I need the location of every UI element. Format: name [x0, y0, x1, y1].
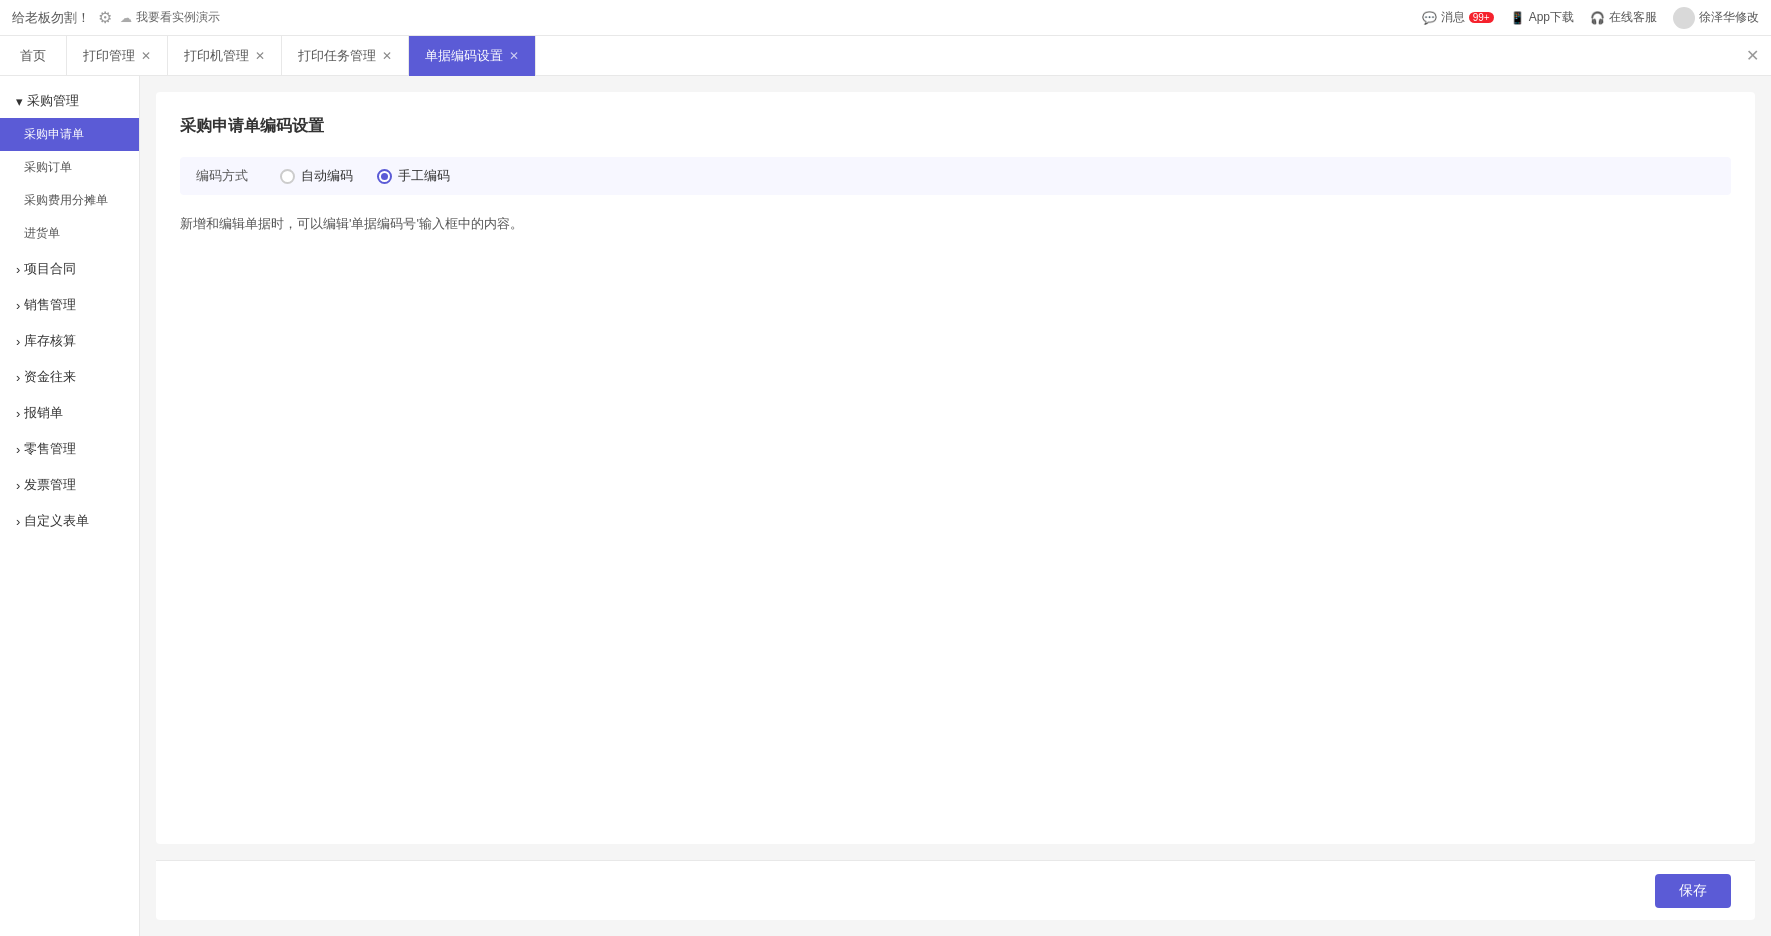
- main-layout: ▾ 采购管理 采购申请单 采购订单 采购费用分摊单 进货单 › 项目合同: [0, 76, 1771, 936]
- tab-print-task-label: 打印任务管理: [298, 47, 376, 65]
- cloud-icon: ☁: [120, 11, 132, 25]
- encoding-row: 编码方式 自动编码 手工编码: [180, 157, 1731, 195]
- tab-bar-close-button[interactable]: ✕: [1746, 46, 1759, 65]
- auto-encoding-radio[interactable]: [280, 169, 295, 184]
- message-action[interactable]: 💬 消息 99+: [1422, 9, 1494, 26]
- capital-label: 资金往来: [24, 368, 76, 386]
- message-badge: 99+: [1469, 12, 1494, 23]
- tab-barcode-setting-close[interactable]: ✕: [509, 49, 519, 63]
- sidebar-group-returns: › 报销单: [0, 396, 139, 430]
- sidebar-group-returns-title[interactable]: › 报销单: [0, 396, 139, 430]
- user-info[interactable]: 徐泽华修改: [1673, 7, 1759, 29]
- sidebar-group-inventory: › 库存核算: [0, 324, 139, 358]
- sidebar-item-purchase-request[interactable]: 采购申请单: [0, 118, 139, 151]
- sidebar-group-retail: › 零售管理: [0, 432, 139, 466]
- top-bar-left: 给老板勿割！ ⚙ ☁ 我要看实例演示: [12, 8, 220, 27]
- message-label: 消息: [1441, 9, 1465, 26]
- sidebar-group-invoice: › 发票管理: [0, 468, 139, 502]
- invoice-arrow: ›: [16, 478, 20, 493]
- top-bar: 给老板勿割！ ⚙ ☁ 我要看实例演示 💬 消息 99+ 📱 App下载 🎧 在线…: [0, 0, 1771, 36]
- sidebar-group-purchase: ▾ 采购管理 采购申请单 采购订单 采购费用分摊单 进货单: [0, 84, 139, 250]
- manual-encoding-radio[interactable]: [377, 169, 392, 184]
- purchase-order-label: 采购订单: [24, 160, 72, 174]
- sidebar-group-project-contract-title[interactable]: › 项目合同: [0, 252, 139, 286]
- goods-receipt-label: 进货单: [24, 226, 60, 240]
- content-inner: 采购申请单编码设置 编码方式 自动编码 手工编码 新增和编辑单据时，可以编辑'单…: [156, 92, 1755, 844]
- sidebar-group-retail-title[interactable]: › 零售管理: [0, 432, 139, 466]
- tab-bar: 首页 打印管理 ✕ 打印机管理 ✕ 打印任务管理 ✕ 单据编码设置 ✕ ✕: [0, 36, 1771, 76]
- sidebar-item-purchase-order[interactable]: 采购订单: [0, 151, 139, 184]
- hint-text: 新增和编辑单据时，可以编辑'单据编码号'输入框中的内容。: [180, 215, 1731, 233]
- auto-encoding-label: 自动编码: [301, 167, 353, 185]
- top-bar-right: 💬 消息 99+ 📱 App下载 🎧 在线客服 徐泽华修改: [1422, 7, 1759, 29]
- returns-arrow: ›: [16, 406, 20, 421]
- custom-form-label: 自定义表单: [24, 512, 89, 530]
- retail-arrow: ›: [16, 442, 20, 457]
- custom-form-arrow: ›: [16, 514, 20, 529]
- inventory-arrow: ›: [16, 334, 20, 349]
- sales-arrow: ›: [16, 298, 20, 313]
- tab-printer-mgmt-close[interactable]: ✕: [255, 49, 265, 63]
- sidebar-group-capital: › 资金往来: [0, 360, 139, 394]
- purchase-request-label: 采购申请单: [24, 127, 84, 141]
- invoice-label: 发票管理: [24, 476, 76, 494]
- demo-label: 我要看实例演示: [136, 9, 220, 26]
- purchase-label: 采购管理: [27, 92, 79, 110]
- tab-print-task[interactable]: 打印任务管理 ✕: [282, 36, 409, 76]
- tab-barcode-setting-label: 单据编码设置: [425, 47, 503, 65]
- encoding-label: 编码方式: [196, 167, 248, 185]
- tab-home[interactable]: 首页: [0, 36, 67, 76]
- sidebar-group-invoice-title[interactable]: › 发票管理: [0, 468, 139, 502]
- service-icon: 🎧: [1590, 11, 1605, 25]
- settings-icon[interactable]: ⚙: [98, 8, 112, 27]
- project-label: 项目合同: [24, 260, 76, 278]
- sidebar: ▾ 采购管理 采购申请单 采购订单 采购费用分摊单 进货单 › 项目合同: [0, 76, 140, 936]
- app-icon: 📱: [1510, 11, 1525, 25]
- purchase-collapse-arrow: ▾: [16, 94, 23, 109]
- sidebar-group-project-contract: › 项目合同: [0, 252, 139, 286]
- capital-arrow: ›: [16, 370, 20, 385]
- customer-service-action[interactable]: 🎧 在线客服: [1590, 9, 1657, 26]
- sidebar-group-capital-title[interactable]: › 资金往来: [0, 360, 139, 394]
- project-arrow: ›: [16, 262, 20, 277]
- app-title: 给老板勿割！: [12, 9, 90, 27]
- sidebar-item-purchase-expense[interactable]: 采购费用分摊单: [0, 184, 139, 217]
- tab-print-mgmt-label: 打印管理: [83, 47, 135, 65]
- sidebar-group-sales-title[interactable]: › 销售管理: [0, 288, 139, 322]
- tab-printer-mgmt-label: 打印机管理: [184, 47, 249, 65]
- service-label: 在线客服: [1609, 9, 1657, 26]
- sidebar-group-custom-form: › 自定义表单: [0, 504, 139, 538]
- auto-encoding-option[interactable]: 自动编码: [280, 167, 353, 185]
- tab-home-label: 首页: [20, 47, 46, 65]
- avatar: [1673, 7, 1695, 29]
- sidebar-group-sales: › 销售管理: [0, 288, 139, 322]
- returns-label: 报销单: [24, 404, 63, 422]
- message-icon: 💬: [1422, 11, 1437, 25]
- tab-printer-mgmt[interactable]: 打印机管理 ✕: [168, 36, 282, 76]
- retail-label: 零售管理: [24, 440, 76, 458]
- sidebar-group-custom-form-title[interactable]: › 自定义表单: [0, 504, 139, 538]
- content-footer: 保存: [156, 860, 1755, 920]
- manual-encoding-option[interactable]: 手工编码: [377, 167, 450, 185]
- sales-label: 销售管理: [24, 296, 76, 314]
- page-title: 采购申请单编码设置: [180, 116, 1731, 137]
- manual-encoding-label: 手工编码: [398, 167, 450, 185]
- inventory-label: 库存核算: [24, 332, 76, 350]
- tab-barcode-setting[interactable]: 单据编码设置 ✕: [409, 36, 536, 76]
- tab-print-task-close[interactable]: ✕: [382, 49, 392, 63]
- user-name: 徐泽华修改: [1699, 9, 1759, 26]
- sidebar-item-goods-receipt[interactable]: 进货单: [0, 217, 139, 250]
- sidebar-group-purchase-title[interactable]: ▾ 采购管理: [0, 84, 139, 118]
- tab-print-mgmt-close[interactable]: ✕: [141, 49, 151, 63]
- purchase-expense-label: 采购费用分摊单: [24, 193, 108, 207]
- app-download-action[interactable]: 📱 App下载: [1510, 9, 1574, 26]
- content-area: 采购申请单编码设置 编码方式 自动编码 手工编码 新增和编辑单据时，可以编辑'单…: [140, 76, 1771, 936]
- app-label: App下载: [1529, 9, 1574, 26]
- tab-print-mgmt[interactable]: 打印管理 ✕: [67, 36, 168, 76]
- demo-link[interactable]: ☁ 我要看实例演示: [120, 9, 220, 26]
- sidebar-group-inventory-title[interactable]: › 库存核算: [0, 324, 139, 358]
- save-button[interactable]: 保存: [1655, 874, 1731, 908]
